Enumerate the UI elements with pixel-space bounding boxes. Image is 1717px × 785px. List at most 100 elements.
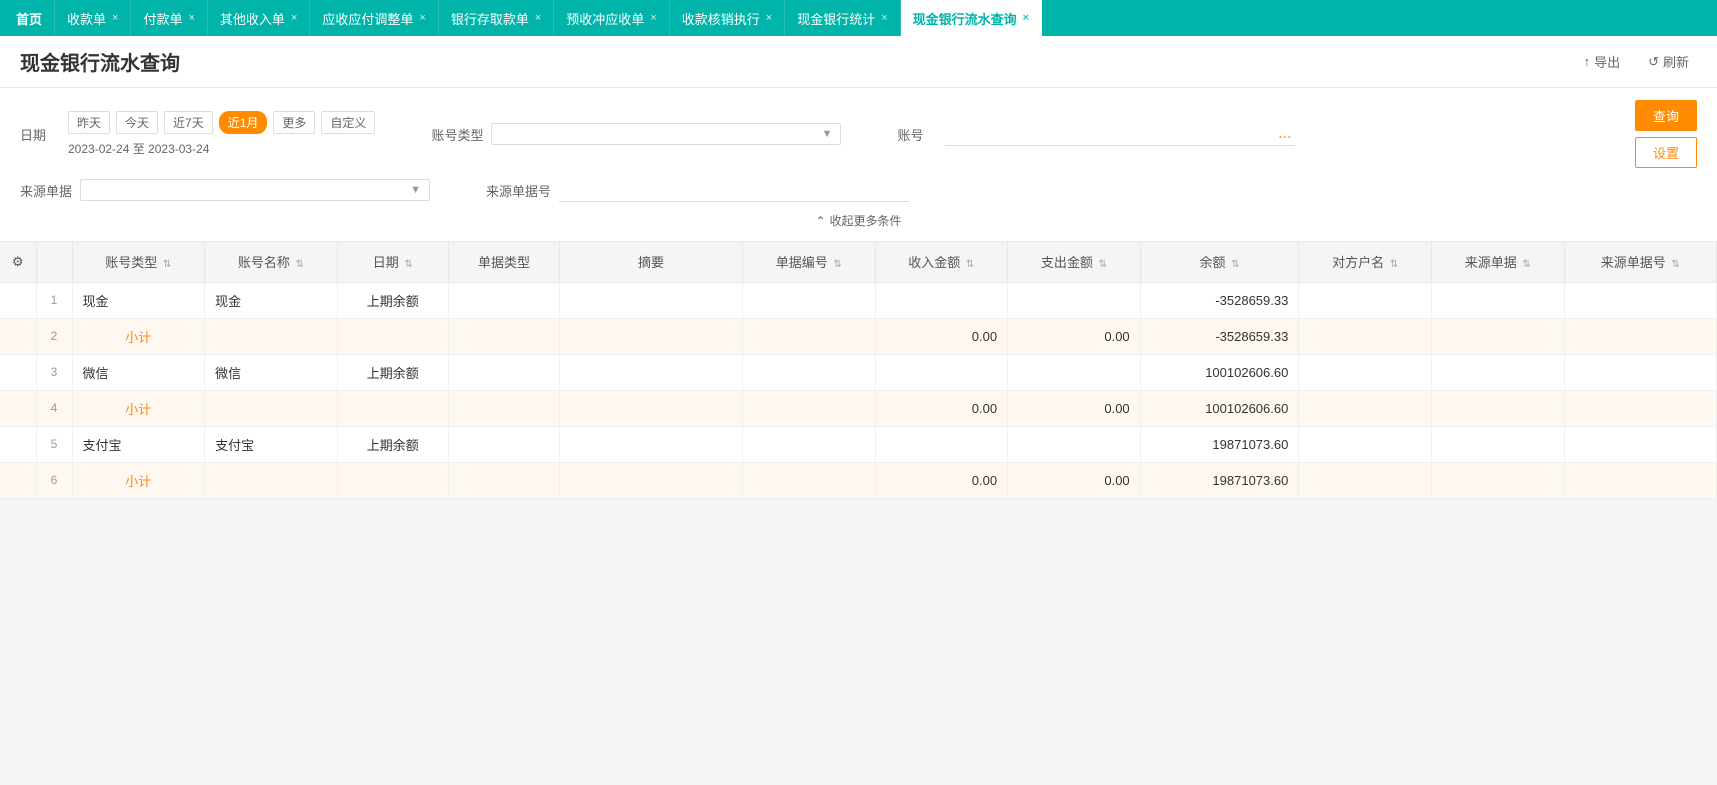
table-header-row: ⚙ 账号类型 ⇅ 账号名称 ⇅ 日期 ⇅ 单据类型 摘要 — [0, 242, 1717, 282]
col-doc-no[interactable]: 单据编号 ⇅ — [742, 242, 875, 282]
settings-button[interactable]: 设置 — [1635, 137, 1697, 168]
close-icon[interactable]: × — [766, 12, 772, 24]
nav-tab-bank-deposit[interactable]: 银行存取款单 × — [439, 0, 554, 36]
cell-date — [337, 318, 448, 354]
close-icon[interactable]: × — [650, 12, 656, 24]
account-input[interactable] — [945, 124, 1274, 143]
sort-icon: ⇅ — [1390, 259, 1398, 270]
collapse-button[interactable]: ⌃ 收起更多条件 — [815, 212, 901, 229]
table-row[interactable]: 6小计0.000.0019871073.60 — [0, 462, 1717, 498]
cell-source-doc-no — [1564, 318, 1717, 354]
cell-gear — [0, 462, 36, 498]
nav-tab-receipt-verify[interactable]: 收款核销执行 × — [670, 0, 785, 36]
account-type-select[interactable]: ▼ — [491, 123, 841, 145]
filter-row-1: 日期 昨天 今天 近7天 近1月 更多 自定义 2023-02-24 至 202… — [20, 100, 1697, 168]
source-doc-select[interactable]: ▼ — [80, 179, 430, 201]
collapse-icon: ⌃ — [815, 214, 825, 228]
close-icon[interactable]: × — [881, 12, 887, 24]
cell-source-doc — [1431, 426, 1564, 462]
source-doc-no-field — [559, 178, 909, 202]
cell-account-type: 小计 — [72, 390, 205, 426]
sort-icon: ⇅ — [1099, 259, 1107, 270]
col-source-doc[interactable]: 来源单据 ⇅ — [1431, 242, 1564, 282]
source-doc-no-input[interactable] — [559, 180, 909, 199]
table-row[interactable]: 3微信微信上期余额100102606.60 — [0, 354, 1717, 390]
chevron-down-icon-2: ▼ — [410, 184, 421, 196]
cell-gear — [0, 354, 36, 390]
close-icon[interactable]: × — [1023, 12, 1029, 24]
nav-tab-receipt[interactable]: 收款单 × — [55, 0, 131, 36]
col-income[interactable]: 收入金额 ⇅ — [875, 242, 1008, 282]
cell-balance: 19871073.60 — [1140, 426, 1299, 462]
col-expense[interactable]: 支出金额 ⇅ — [1008, 242, 1141, 282]
cell-doc-type — [448, 282, 559, 318]
refresh-button[interactable]: ↺ 刷新 — [1640, 48, 1697, 75]
cell-source-doc-no — [1564, 390, 1717, 426]
cell-balance: 100102606.60 — [1140, 390, 1299, 426]
cell-account-type: 现金 — [72, 282, 205, 318]
cell-balance: 19871073.60 — [1140, 462, 1299, 498]
date-btn-1month[interactable]: 近1月 — [219, 111, 268, 134]
date-btn-yesterday[interactable]: 昨天 — [68, 111, 110, 134]
col-balance[interactable]: 余额 ⇅ — [1140, 242, 1299, 282]
close-icon[interactable]: × — [419, 12, 425, 24]
export-button[interactable]: ↑ 导出 — [1576, 48, 1629, 75]
account-dots-button[interactable]: ... — [1274, 125, 1295, 143]
query-button[interactable]: 查询 — [1635, 100, 1697, 131]
cell-counterpart — [1299, 462, 1432, 498]
date-btn-more[interactable]: 更多 — [273, 111, 315, 134]
cell-doc-type — [448, 318, 559, 354]
top-nav: 首页 收款单 × 付款单 × 其他收入单 × 应收应付调整单 × 银行存取款单 … — [0, 0, 1717, 36]
cell-doc-no — [742, 318, 875, 354]
cell-balance: -3528659.33 — [1140, 282, 1299, 318]
cell-account-name — [205, 390, 338, 426]
cell-doc-type — [448, 390, 559, 426]
date-btn-custom[interactable]: 自定义 — [321, 111, 375, 134]
close-icon[interactable]: × — [188, 12, 194, 24]
cell-account-name — [205, 462, 338, 498]
account-input-field: ... — [945, 122, 1295, 146]
date-options: 昨天 今天 近7天 近1月 更多 自定义 — [68, 111, 375, 134]
table-row[interactable]: 4小计0.000.00100102606.60 — [0, 390, 1717, 426]
source-doc-filter: 来源单据 ▼ — [20, 179, 430, 201]
filter-row-2: 来源单据 ▼ 来源单据号 — [20, 178, 1697, 202]
date-btn-7days[interactable]: 近7天 — [164, 111, 213, 134]
close-icon[interactable]: × — [112, 12, 118, 24]
source-doc-no-label: 来源单据号 — [486, 181, 551, 200]
cell-counterpart — [1299, 354, 1432, 390]
nav-tab-ar-ap-adjust[interactable]: 应收应付调整单 × — [310, 0, 438, 36]
col-gear[interactable]: ⚙ — [0, 242, 36, 282]
cell-doc-no — [742, 282, 875, 318]
close-icon[interactable]: × — [291, 12, 297, 24]
action-buttons: 查询 设置 — [1635, 100, 1697, 168]
date-filter: 日期 昨天 今天 近7天 近1月 更多 自定义 2023-02-24 至 202… — [20, 111, 375, 157]
col-source-doc-no[interactable]: 来源单据号 ⇅ — [1564, 242, 1717, 282]
date-btn-today[interactable]: 今天 — [116, 111, 158, 134]
col-counterpart[interactable]: 对方户名 ⇅ — [1299, 242, 1432, 282]
cell-income — [875, 282, 1008, 318]
sort-icon: ⇅ — [1522, 259, 1530, 270]
col-account-name[interactable]: 账号名称 ⇅ — [205, 242, 338, 282]
cell-account-name: 微信 — [205, 354, 338, 390]
cell-gear — [0, 390, 36, 426]
nav-tab-payment[interactable]: 付款单 × — [131, 0, 207, 36]
nav-home[interactable]: 首页 — [4, 0, 55, 36]
close-icon[interactable]: × — [535, 12, 541, 24]
export-icon: ↑ — [1584, 54, 1591, 69]
cell-date — [337, 462, 448, 498]
cell-account-name: 支付宝 — [205, 426, 338, 462]
nav-tab-cash-bank-flow[interactable]: 现金银行流水查询 × — [901, 0, 1042, 36]
col-date[interactable]: 日期 ⇅ — [337, 242, 448, 282]
cell-doc-type — [448, 354, 559, 390]
cell-date — [337, 390, 448, 426]
table-row[interactable]: 2小计0.000.00-3528659.33 — [0, 318, 1717, 354]
cell-source-doc — [1431, 318, 1564, 354]
nav-tab-other-income[interactable]: 其他收入单 × — [208, 0, 310, 36]
cell-source-doc-no — [1564, 462, 1717, 498]
col-account-type[interactable]: 账号类型 ⇅ — [72, 242, 205, 282]
sort-icon: ⇅ — [163, 259, 171, 270]
nav-tab-advance-offset[interactable]: 预收冲应收单 × — [554, 0, 669, 36]
nav-tab-cash-bank-stat[interactable]: 现金银行统计 × — [785, 0, 900, 36]
table-row[interactable]: 5支付宝支付宝上期余额19871073.60 — [0, 426, 1717, 462]
table-row[interactable]: 1现金现金上期余额-3528659.33 — [0, 282, 1717, 318]
